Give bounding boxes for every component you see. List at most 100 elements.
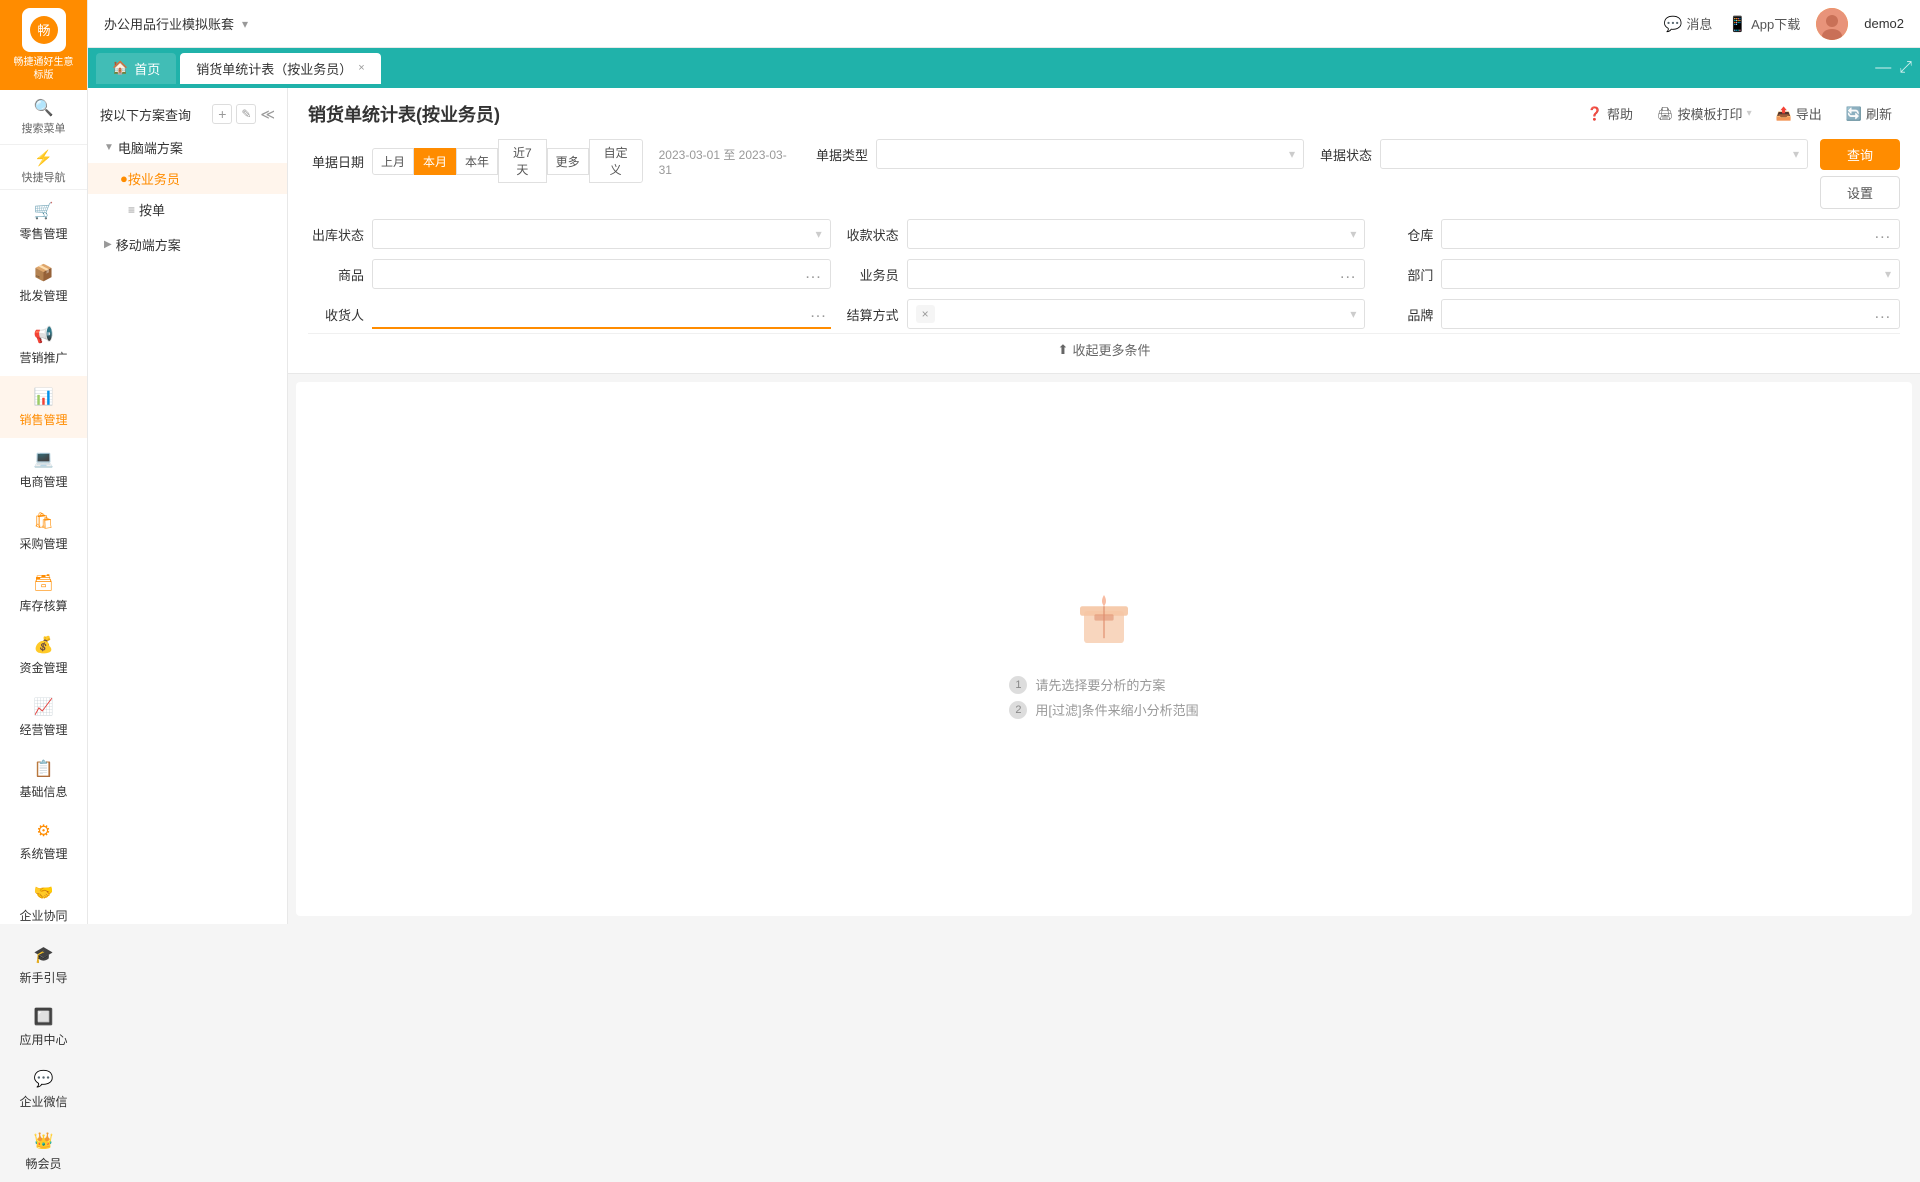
department-select[interactable]: ▾ [1441,259,1900,289]
sidebar-item-purchase[interactable]: 🛍 采购管理 [0,500,87,562]
tree-desktop-group[interactable]: ▼ 电脑端方案 [88,132,287,163]
payment-tag: × [916,305,935,323]
custom-btn[interactable]: 自定义 [589,139,643,183]
right-panel: 销货单统计表(按业务员) ❓ 帮助 🖨 按模板打印 ▾ 📤 [288,88,1920,924]
logo[interactable]: 畅 畅捷通好生意 标版 [0,0,87,90]
goods-label: 商品 [308,265,364,284]
salesperson-dots-icon[interactable]: ... [1340,265,1356,283]
last7-btn[interactable]: 近7天 [498,139,547,183]
sidebar-item-marketing[interactable]: 📢 营销推广 [0,314,87,376]
refresh-button[interactable]: 🔄 刷新 [1838,100,1900,127]
message-button[interactable]: 💬 消息 [1664,14,1713,33]
out-status-select[interactable]: ▾ [372,219,831,249]
filter-row-1: 单据日期 上月 本月 本年 近7天 更多 自定义 2023-03-01 至 20… [308,139,1900,209]
scheme-add-button[interactable]: + [212,104,232,124]
query-button[interactable]: 查询 [1820,139,1900,170]
tree-mobile-group[interactable]: ▶ 移动端方案 [88,229,287,260]
warehouse-label: 仓库 [1377,225,1433,244]
receipt-status-arrow-icon: ▾ [1350,227,1356,241]
scheme-edit-button[interactable]: ✎ [236,104,256,124]
sidebar-item-newbie[interactable]: 🎓 新手引导 [0,934,87,996]
doc-status-filter: 单据状态 ▾ [1316,139,1808,169]
inventory-icon: 🗃 [33,572,55,594]
brand-select[interactable]: ... [1441,299,1900,329]
out-status-arrow-icon: ▾ [816,227,822,241]
export-button[interactable]: 📤 导出 [1768,100,1830,127]
warehouse-dots-icon[interactable]: ... [1875,225,1891,243]
payment-select[interactable]: × ▾ [907,299,1366,329]
breadcrumb-dropdown-icon[interactable]: ▾ [242,17,248,31]
sidebar-item-member[interactable]: 👑 畅会员 [0,1120,87,1182]
doc-type-arrow-icon: ▾ [1289,147,1295,161]
salesperson-label: 业务员 [843,265,899,284]
tab-sales-stat[interactable]: 销货单统计表（按业务员） × [180,53,380,84]
tab-bar: 🏠 首页 销货单统计表（按业务员） × — ⤢ [88,48,1920,88]
page-title-row: 销货单统计表(按业务员) ❓ 帮助 🖨 按模板打印 ▾ 📤 [308,100,1900,127]
tree-item-by-salesperson[interactable]: ● 按业务员 [88,163,287,194]
doc-status-label: 单据状态 [1316,145,1372,164]
tab-maximize-icon[interactable]: ⤢ [1899,59,1912,77]
sidebar-item-basic[interactable]: 📋 基础信息 [0,748,87,810]
salesperson-select[interactable]: ... [907,259,1366,289]
salesperson-filter: 业务员 ... [843,259,1366,289]
doc-type-label: 单据类型 [812,145,868,164]
finance-label: 资金管理 [19,659,67,676]
sidebar-item-appstore[interactable]: 🔲 应用中心 [0,996,87,1058]
marketing-label: 营销推广 [19,349,67,366]
tree-arrow-desktop: ▼ [104,142,114,153]
tab-close-icon[interactable]: × [358,62,364,74]
search-menu-item[interactable]: 🔍 搜索菜单 [0,90,87,145]
sidebar-item-inventory[interactable]: 🗃 库存核算 [0,562,87,624]
consignee-dots-icon[interactable]: ... [810,304,826,322]
tree-arrow-mobile: ▶ [104,239,112,250]
scheme-collapse-button[interactable]: ≪ [260,106,275,123]
sidebar-item-wechat[interactable]: 💬 企业微信 [0,1058,87,1120]
last-month-btn[interactable]: 上月 [372,148,414,175]
refresh-label: 刷新 [1866,104,1892,123]
purchase-label: 采购管理 [19,535,67,552]
goods-dots-icon[interactable]: ... [805,265,821,283]
doc-status-select[interactable]: ▾ [1380,139,1808,169]
avatar[interactable] [1816,8,1848,40]
this-year-btn[interactable]: 本年 [456,148,498,175]
more-btn[interactable]: 更多 [547,148,589,175]
appstore-label: 应用中心 [19,1031,67,1048]
brand-dots-icon[interactable]: ... [1875,305,1891,323]
collapse-filters-button[interactable]: ⬆ 收起更多条件 [308,333,1900,365]
app-download-button[interactable]: 📱 App下载 [1728,14,1800,33]
help-button[interactable]: ❓ 帮助 [1579,100,1641,127]
collapse-up-icon: ⬆ [1058,342,1069,358]
hint-text-1: 请先选择要分析的方案 [1035,675,1165,694]
nav-icon: ⚡ [34,149,53,167]
setting-button[interactable]: 设置 [1820,176,1900,209]
hint-num-2: 2 [1009,701,1027,719]
date-range-text: 2023-03-01 至 2023-03-31 [659,146,800,177]
consignee-input[interactable]: ... [372,299,831,329]
receipt-status-select[interactable]: ▾ [907,219,1366,249]
payment-tag-close[interactable]: × [922,307,929,321]
sidebar-item-sales[interactable]: 📊 销售管理 [0,376,87,438]
quick-nav-item[interactable]: ⚡ 快捷导航 [0,145,87,190]
print-button[interactable]: 🖨 按模板打印 ▾ [1649,100,1760,127]
user-name[interactable]: demo2 [1864,16,1904,31]
refresh-icon: 🔄 [1846,106,1862,122]
sidebar-item-finance[interactable]: 💰 资金管理 [0,624,87,686]
sidebar-item-retail[interactable]: 🛒 零售管理 [0,190,87,252]
sidebar-item-operations[interactable]: 📈 经营管理 [0,686,87,748]
doc-type-select[interactable]: ▾ [876,139,1304,169]
breadcrumb: 办公用品行业模拟账套 [104,14,234,33]
warehouse-select[interactable]: ... [1441,219,1900,249]
goods-select[interactable]: ... [372,259,831,289]
sidebar-item-ecommerce[interactable]: 💻 电商管理 [0,438,87,500]
sidebar-item-wholesale[interactable]: 📦 批发管理 [0,252,87,314]
inventory-label: 库存核算 [19,597,67,614]
tree-item-by-order[interactable]: ≡ 按单 [88,194,287,225]
sidebar-item-system[interactable]: ⚙ 系统管理 [0,810,87,872]
this-month-btn[interactable]: 本月 [414,148,456,175]
empty-hint-2: 2 用[过滤]条件来缩小分析范围 [1009,700,1198,719]
sidebar-item-enterprise[interactable]: 🤝 企业协同 [0,872,87,934]
tree-salesperson-label: 按业务员 [128,169,180,188]
filter-row-4: 收货人 ... 结算方式 × [308,299,1900,329]
tab-home[interactable]: 🏠 首页 [96,53,176,84]
tab-minimize-icon[interactable]: — [1875,59,1891,77]
